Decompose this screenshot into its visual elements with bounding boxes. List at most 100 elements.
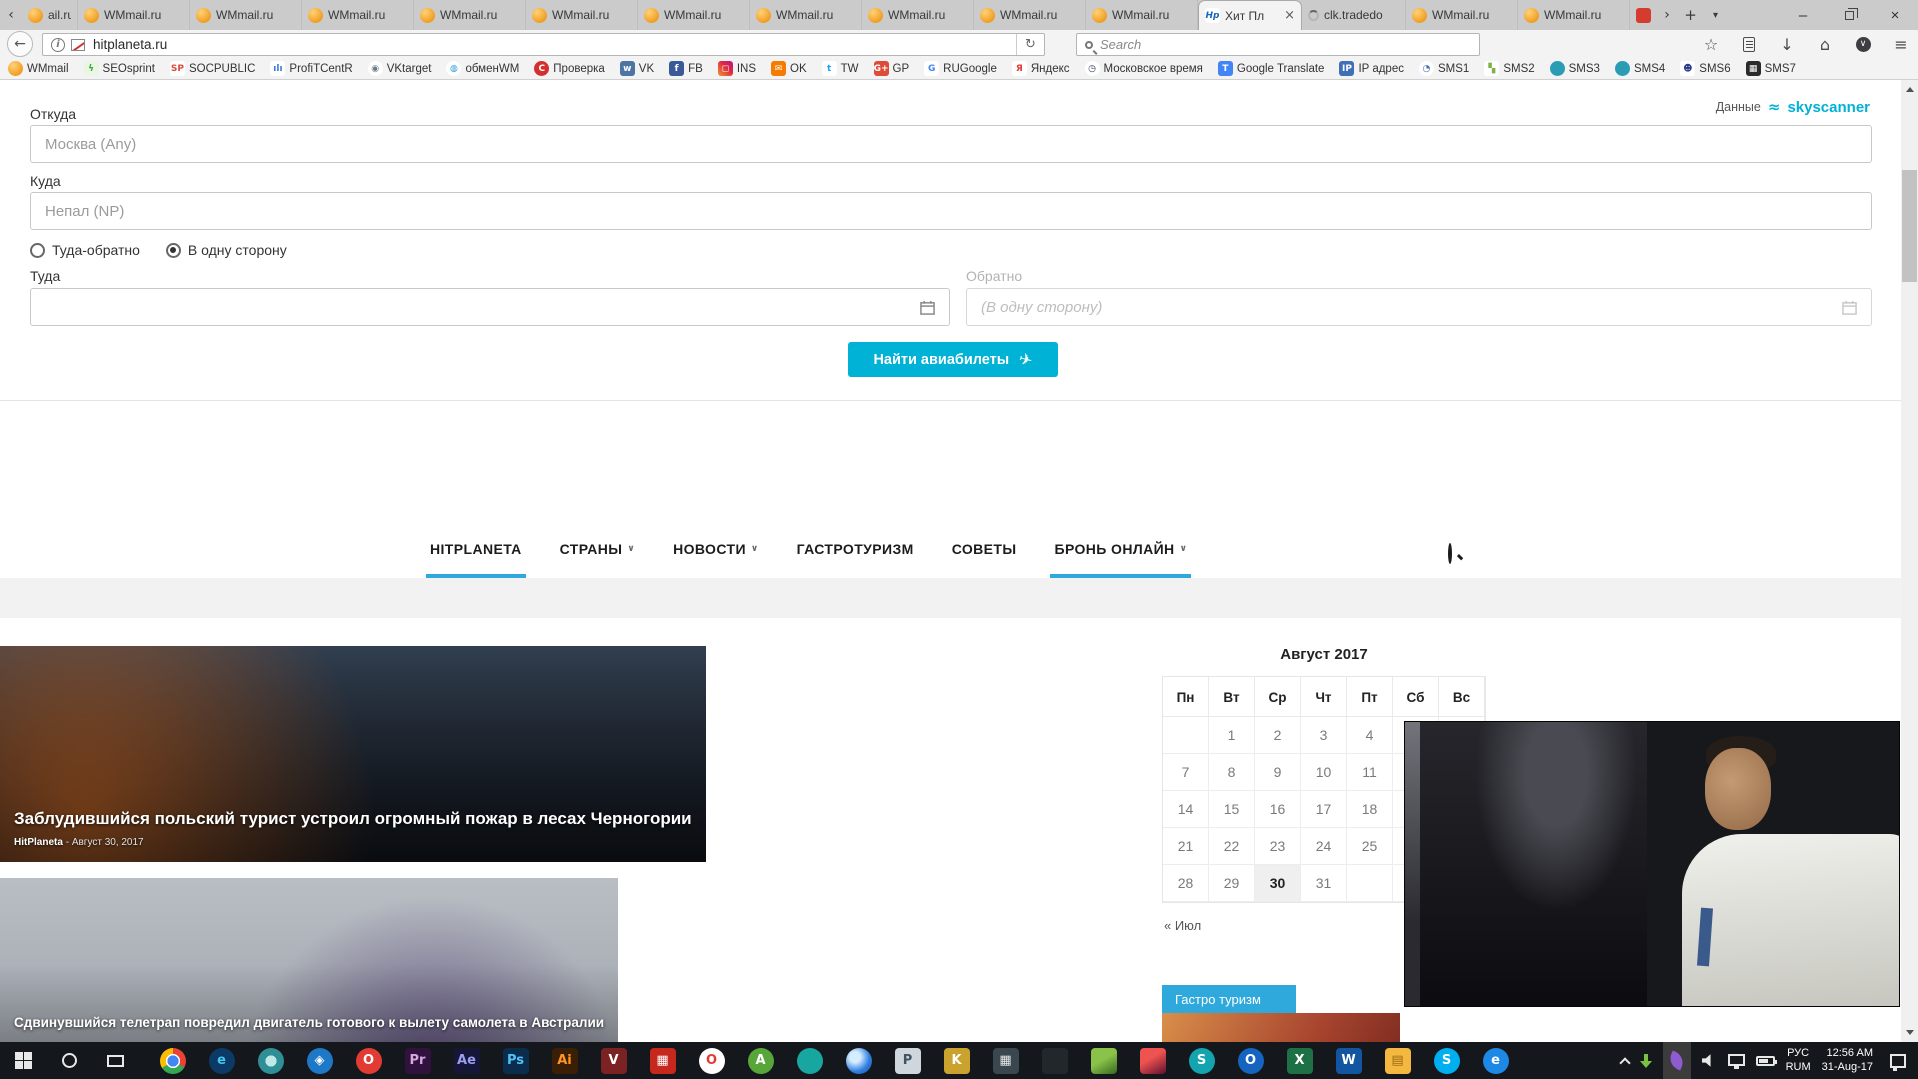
pocket-icon[interactable]: ∨ [1852,36,1874,52]
calendar-day-cell[interactable]: 14 [1163,791,1209,828]
to-input[interactable]: Непал (NP) [30,192,1872,230]
bookmark-item[interactable]: G RUGoogle [924,61,997,76]
hidden-icons-chevron-icon[interactable] [1618,1056,1631,1069]
bookmark-item[interactable]: WMmail [8,61,69,76]
calendar-day-cell[interactable]: 4 [1347,717,1393,754]
start-button[interactable] [0,1042,46,1079]
calendar-day-cell[interactable]: 16 [1255,791,1301,828]
calendar-day-cell[interactable]: 30 [1255,865,1301,902]
calendar-day-cell[interactable]: 10 [1301,754,1347,791]
back-button[interactable]: ← [7,31,33,57]
previous-month-link[interactable]: « Июл [1164,918,1201,933]
calendar-day-cell[interactable]: 23 [1255,828,1301,865]
browser-tab[interactable] [1630,0,1656,30]
vlc[interactable]: V [589,1042,638,1079]
teal-app[interactable] [785,1042,834,1079]
battery-icon[interactable] [1755,1055,1777,1066]
gastro-article-image[interactable] [1162,1013,1400,1042]
word[interactable]: W [1324,1042,1373,1079]
calendar-day-cell[interactable]: 1 [1209,717,1255,754]
bookmark-item[interactable]: T Google Translate [1217,61,1324,76]
browser-tab[interactable]: clk.tradedo [1302,0,1406,30]
browser-tab[interactable]: WMmail.ru [414,0,526,30]
scrollbar-thumb[interactable] [1902,170,1917,282]
page-scrollbar[interactable] [1901,80,1918,1042]
calendar-day-cell[interactable]: 2 [1255,717,1301,754]
article-title[interactable]: Сдвинувшийся телетрап повредил двигатель… [14,1014,604,1032]
bookmark-item[interactable]: ◍ обменWM [446,61,519,76]
grid-app[interactable]: ▦ [981,1042,1030,1079]
reload-icon[interactable]: ↻ [1016,34,1044,55]
bookmark-item[interactable]: C Проверка [534,61,605,76]
calendar-day-cell[interactable]: 7 [1163,754,1209,791]
calendar-day-cell[interactable] [1163,717,1209,754]
ie[interactable]: e [1471,1042,1520,1079]
bookmark-item[interactable]: SP SOCPUBLIC [169,61,255,76]
keys-app[interactable]: K [932,1042,981,1079]
home-icon[interactable]: ⌂ [1814,35,1836,54]
nav-item[interactable]: СОВЕТЫ [952,535,1017,578]
depart-date-input[interactable] [30,288,950,326]
scrollbar-down-icon[interactable] [1901,1025,1918,1040]
bookmark-item[interactable]: ◷ Московское время [1084,61,1203,76]
calendar-day-cell[interactable]: 8 [1209,754,1255,791]
photoshop[interactable]: Ps [491,1042,540,1079]
file-explorer[interactable]: ▤ [1373,1042,1422,1079]
volume-icon[interactable] [1701,1054,1711,1067]
calendar-day-cell[interactable]: 22 [1209,828,1255,865]
nav-item[interactable]: HITPLANETA [426,535,526,578]
nav-item[interactable]: ГАСТРОТУРИЗМ [797,535,914,578]
blue-o-app[interactable]: O [1226,1042,1275,1079]
chrome[interactable] [148,1042,197,1079]
bookmark-item[interactable]: ▚ SMS2 [1484,61,1535,76]
bookmark-item[interactable]: ◉ VKtarget [367,61,431,76]
taskbar-clock[interactable]: 12:56 AM 31-Aug-17 [1822,1047,1873,1075]
photo-tile-1[interactable] [1079,1042,1128,1079]
calendar-day-cell[interactable]: 24 [1301,828,1347,865]
url-text[interactable]: hitplaneta.ru [93,37,1016,52]
calendar-day-cell[interactable]: 17 [1301,791,1347,828]
bookmark-item[interactable]: ✉ OK [771,61,807,76]
tab-scroll-left-icon[interactable]: ‹ [0,0,22,30]
find-flights-button[interactable]: Найти авиабилеты ✈ [848,342,1058,377]
after-effects[interactable]: Ae [442,1042,491,1079]
calendar-day-cell[interactable]: 25 [1347,828,1393,865]
calendar-day-cell[interactable]: 9 [1255,754,1301,791]
bookmark-item[interactable]: ◻ INS [717,61,756,76]
bookmark-item[interactable]: t TW [821,61,859,76]
cortana-search-button[interactable] [46,1042,92,1079]
bookmark-item[interactable]: ◔ SMS1 [1418,61,1469,76]
bookmark-item[interactable]: SMS4 [1614,61,1665,76]
site-search-button[interactable] [1448,543,1470,567]
nav-item[interactable]: БРОНЬ ОНЛАЙН ∨ [1050,535,1192,578]
article-card[interactable]: Сдвинувшийся телетрап повредил двигатель… [0,878,618,1042]
gastro-tourism-tab[interactable]: Гастро туризм [1162,985,1296,1013]
calendar-day-cell[interactable]: 28 [1163,865,1209,902]
new-tab-button[interactable]: + [1678,0,1703,30]
nav-item[interactable]: СТРАНЫ ∨ [560,535,635,578]
download-manager-icon[interactable] [1639,1053,1652,1068]
roundtrip-option[interactable]: Туда-обратно [30,242,140,258]
teal-s-app[interactable]: S [1177,1042,1226,1079]
illustrator[interactable]: Ai [540,1042,589,1079]
bookmark-item[interactable]: ϟ SEOsprint [83,61,155,76]
calendar-day-cell[interactable]: 11 [1347,754,1393,791]
opera-mini[interactable]: O [687,1042,736,1079]
article-author[interactable]: HitPlaneta [14,837,63,848]
scrollbar-up-icon[interactable] [1901,82,1918,97]
all-tabs-icon[interactable]: ▾ [1703,0,1728,30]
browser-tab[interactable]: ail.ru [22,0,78,30]
globe-app[interactable] [834,1042,883,1079]
bookmark-item[interactable]: SMS3 [1549,61,1600,76]
task-view-button[interactable] [92,1042,138,1079]
browser-tab[interactable]: Hp Хит Пл × [1198,0,1302,30]
calendar-day-cell[interactable]: 29 [1209,865,1255,902]
language-indicator[interactable]: РУС RUM [1786,1047,1811,1075]
premiere[interactable]: Pr [393,1042,442,1079]
bookmark-item[interactable]: ılı ProfiTCentR [270,61,353,76]
bookmark-item[interactable]: G+ GP [873,61,909,76]
calendar-day-cell[interactable]: 15 [1209,791,1255,828]
blocked-content-icon[interactable] [71,38,85,51]
dark-app[interactable] [1030,1042,1079,1079]
article-title[interactable]: Заблудившийся польский турист устроил ог… [14,808,692,829]
